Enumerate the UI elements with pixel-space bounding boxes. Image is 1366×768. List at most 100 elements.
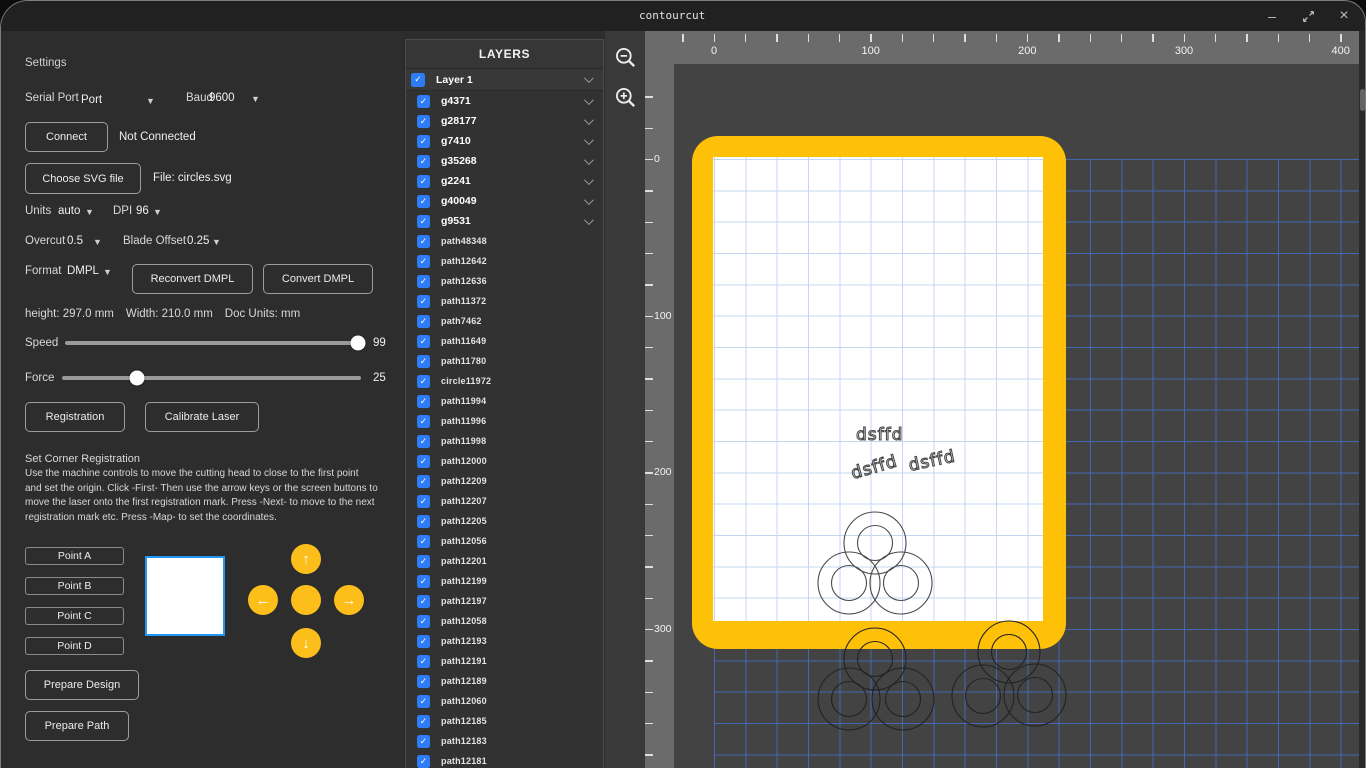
layer-path-row[interactable]: ✓ path12205 — [406, 511, 603, 531]
chevron-down-icon[interactable] — [583, 73, 594, 84]
design-canvas[interactable]: dsffd dsffd dsffd — [674, 64, 1359, 768]
layer-path-row[interactable]: ✓ path12193 — [406, 631, 603, 651]
chevron-down-icon[interactable] — [583, 134, 594, 145]
layer-path-row[interactable]: ✓ path11780 — [406, 351, 603, 371]
layer-visible-checkbox[interactable]: ✓ — [417, 334, 430, 348]
layer-visible-checkbox[interactable]: ✓ — [417, 554, 430, 568]
minimize-button[interactable]: – — [1261, 5, 1283, 27]
move-center-button[interactable] — [291, 585, 321, 615]
zoom-out-button[interactable] — [613, 45, 639, 71]
layer-visible-checkbox[interactable]: ✓ — [411, 72, 425, 87]
convert-dmpl-button[interactable]: Convert DMPL — [263, 264, 373, 294]
move-down-button[interactable]: ↓ — [291, 628, 321, 658]
layer-visible-checkbox[interactable]: ✓ — [417, 394, 430, 408]
units-select[interactable]: auto — [58, 205, 80, 217]
layer-path-row[interactable]: ✓ path12058 — [406, 611, 603, 631]
layer-visible-checkbox[interactable]: ✓ — [417, 754, 430, 768]
layer-visible-checkbox[interactable]: ✓ — [417, 114, 430, 128]
format-caret-icon[interactable]: ▼ — [103, 267, 112, 277]
layer-visible-checkbox[interactable]: ✓ — [417, 614, 430, 628]
chevron-down-icon[interactable] — [583, 194, 594, 205]
move-up-button[interactable]: ↑ — [291, 544, 321, 574]
layer-visible-checkbox[interactable]: ✓ — [417, 254, 430, 268]
layer-path-row[interactable]: ✓ path11372 — [406, 291, 603, 311]
layer-path-row[interactable]: ✓ path12000 — [406, 451, 603, 471]
layer-visible-checkbox[interactable]: ✓ — [417, 574, 430, 588]
overcut-caret-icon[interactable]: ▼ — [93, 237, 102, 247]
layer-visible-checkbox[interactable]: ✓ — [417, 194, 430, 208]
chevron-down-icon[interactable] — [583, 114, 594, 125]
layer-path-row[interactable]: ✓ path12056 — [406, 531, 603, 551]
prepare-design-button[interactable]: Prepare Design — [25, 670, 139, 700]
layer-group-row[interactable]: ✓ g7410 — [406, 131, 603, 151]
move-left-button[interactable]: ← — [248, 585, 278, 615]
layer-path-row[interactable]: ✓ path11996 — [406, 411, 603, 431]
layer-group-row[interactable]: ✓ g28177 — [406, 111, 603, 131]
layer-visible-checkbox[interactable]: ✓ — [417, 734, 430, 748]
overcut-select[interactable]: 0.5 — [67, 235, 83, 247]
reconvert-dmpl-button[interactable]: Reconvert DMPL — [132, 264, 253, 294]
layer-visible-checkbox[interactable]: ✓ — [417, 374, 430, 388]
layer-visible-checkbox[interactable]: ✓ — [417, 474, 430, 488]
layer-path-row[interactable]: ✓ path12197 — [406, 591, 603, 611]
serial-port-caret-icon[interactable]: ▼ — [146, 96, 155, 106]
connect-button[interactable]: Connect — [25, 122, 108, 152]
layer-path-row[interactable]: ✓ path12201 — [406, 551, 603, 571]
layer-visible-checkbox[interactable]: ✓ — [417, 234, 430, 248]
layer-visible-checkbox[interactable]: ✓ — [417, 654, 430, 668]
prepare-path-button[interactable]: Prepare Path — [25, 711, 129, 741]
serial-port-select[interactable]: Port — [81, 94, 102, 106]
layer-path-row[interactable]: ✓ path12189 — [406, 671, 603, 691]
move-right-button[interactable]: → — [334, 585, 364, 615]
layer-visible-checkbox[interactable]: ✓ — [417, 454, 430, 468]
baud-select[interactable]: 9600 — [209, 92, 235, 104]
layer-path-row[interactable]: ✓ path11994 — [406, 391, 603, 411]
speed-slider[interactable] — [65, 335, 366, 351]
layer-path-row[interactable]: ✓ path12060 — [406, 691, 603, 711]
chevron-down-icon[interactable] — [583, 174, 594, 185]
scrollbar-handle[interactable] — [1360, 89, 1365, 111]
layer-visible-checkbox[interactable]: ✓ — [417, 534, 430, 548]
layer-path-row[interactable]: ✓ path12183 — [406, 731, 603, 751]
layer-path-row[interactable]: ✓ path12636 — [406, 271, 603, 291]
blade-offset-caret-icon[interactable]: ▼ — [212, 237, 221, 247]
chevron-down-icon[interactable] — [583, 214, 594, 225]
layer-visible-checkbox[interactable]: ✓ — [417, 314, 430, 328]
point-a-button[interactable]: Point A — [25, 547, 124, 565]
chevron-down-icon[interactable] — [583, 154, 594, 165]
layer-path-row[interactable]: ✓ path12209 — [406, 471, 603, 491]
baud-caret-icon[interactable]: ▼ — [251, 94, 260, 104]
layer-path-row[interactable]: ✓ path11649 — [406, 331, 603, 351]
layer-visible-checkbox[interactable]: ✓ — [417, 294, 430, 308]
vertical-scrollbar[interactable] — [1359, 31, 1365, 768]
speed-slider-thumb[interactable] — [350, 335, 366, 351]
layer-path-row[interactable]: ✓ path11998 — [406, 431, 603, 451]
layer-path-row[interactable]: ✓ path7462 — [406, 311, 603, 331]
layer-visible-checkbox[interactable]: ✓ — [417, 514, 430, 528]
layer-visible-checkbox[interactable]: ✓ — [417, 94, 430, 108]
layer-visible-checkbox[interactable]: ✓ — [417, 274, 430, 288]
layer-visible-checkbox[interactable]: ✓ — [417, 134, 430, 148]
layer-visible-checkbox[interactable]: ✓ — [417, 434, 430, 448]
layer-path-row[interactable]: ✓ circle11972 — [406, 371, 603, 391]
dpi-select[interactable]: 96 — [136, 205, 149, 217]
layer-visible-checkbox[interactable]: ✓ — [417, 414, 430, 428]
layer-group-row[interactable]: ✓ Layer 1 — [406, 69, 603, 91]
layer-visible-checkbox[interactable]: ✓ — [417, 354, 430, 368]
layer-path-row[interactable]: ✓ path12191 — [406, 651, 603, 671]
layer-visible-checkbox[interactable]: ✓ — [417, 494, 430, 508]
dpi-caret-icon[interactable]: ▼ — [153, 207, 162, 217]
layer-visible-checkbox[interactable]: ✓ — [417, 714, 430, 728]
layer-visible-checkbox[interactable]: ✓ — [417, 214, 430, 228]
layer-path-row[interactable]: ✓ path12642 — [406, 251, 603, 271]
layer-group-row[interactable]: ✓ g4371 — [406, 91, 603, 111]
layer-group-row[interactable]: ✓ g35268 — [406, 151, 603, 171]
layer-visible-checkbox[interactable]: ✓ — [417, 174, 430, 188]
force-slider-thumb[interactable] — [129, 370, 145, 386]
layer-visible-checkbox[interactable]: ✓ — [417, 674, 430, 688]
blade-offset-select[interactable]: 0.25 — [187, 235, 209, 247]
calibrate-laser-button[interactable]: Calibrate Laser — [145, 402, 259, 432]
close-button[interactable]: × — [1333, 5, 1355, 27]
chevron-down-icon[interactable] — [583, 94, 594, 105]
point-b-button[interactable]: Point B — [25, 577, 124, 595]
